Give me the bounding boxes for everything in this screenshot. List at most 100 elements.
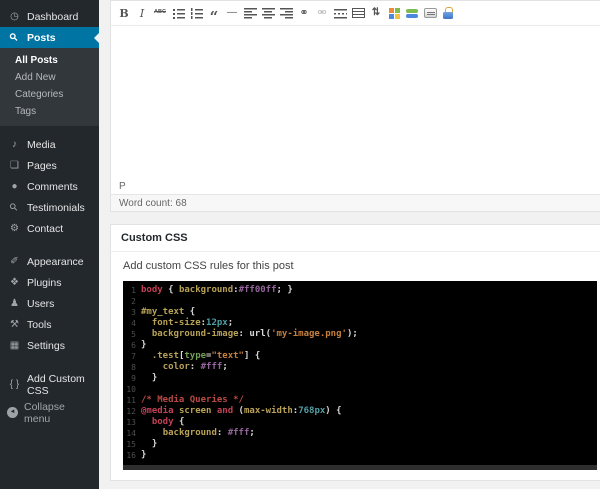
word-count-bar: Word count: 68 (111, 194, 600, 211)
italic-button[interactable]: I (133, 3, 151, 23)
sidebar-item-label: Dashboard (27, 11, 78, 23)
code-line: 8 color: #fff; (123, 362, 597, 373)
align-right-icon (280, 8, 293, 19)
bullet-list-button[interactable] (169, 3, 187, 23)
toolbar-toggle-button[interactable] (349, 3, 367, 23)
sidebar-item-label: Posts (27, 32, 56, 44)
line-number: 13 (123, 417, 141, 428)
code-line: 12@media screen and (max-width:768px) { (123, 406, 597, 417)
post-editor-panel: BIABC “ — ⚭⚮ ⇅ P Word count: 68 (110, 0, 600, 212)
settings-icon: ▦ (7, 341, 22, 351)
comments-icon: ● (7, 182, 22, 192)
strikethrough-button[interactable]: ABC (151, 3, 169, 23)
custom-css-description: Add custom CSS rules for this post (123, 260, 597, 272)
horizontal-rule-icon: — (227, 8, 237, 18)
posts-submenu: All PostsAdd NewCategoriesTags (0, 48, 99, 126)
horizontal-rule-button[interactable]: — (223, 3, 241, 23)
card-plugin-button[interactable] (421, 3, 439, 23)
line-content: background-image: url('my-image.png'); (141, 329, 358, 340)
sidebar-item-add-custom-css[interactable]: { }Add Custom CSS (0, 374, 99, 395)
bullet-list-icon (172, 8, 185, 19)
bold-icon: B (119, 8, 128, 19)
sidebar-item-tools[interactable]: ⚒Tools (0, 314, 99, 335)
sidebar-item-comments[interactable]: ● Comments (0, 176, 99, 197)
testimonials-icon: ⚲ (6, 199, 24, 217)
line-number: 11 (123, 395, 141, 406)
shortcodes-plugin-button[interactable] (403, 3, 421, 23)
unlink-button[interactable]: ⚮ (313, 3, 331, 23)
code-line: 1body { background:#ff00ff; } (123, 285, 597, 296)
sidebar-item-contact[interactable]: ⚙ Contact (0, 218, 99, 239)
line-content: body { (141, 417, 184, 428)
line-content: } (141, 340, 146, 351)
sidebar-item-label: Pages (27, 160, 57, 172)
sidebar-item-pages[interactable]: ❏Pages (0, 155, 99, 176)
sidebar-item-dashboard[interactable]: ◷Dashboard (0, 6, 99, 27)
sidebar-item-users[interactable]: ♟ Users (0, 293, 99, 314)
line-content: #my_text { (141, 307, 195, 318)
line-content: } (141, 373, 157, 384)
metabox-body: Add custom CSS rules for this post 1body… (111, 252, 600, 480)
link-button[interactable]: ⚭ (295, 3, 313, 23)
sidebar-item-testimonials[interactable]: ⚲Testimonials (0, 197, 99, 218)
element-path[interactable]: P (119, 181, 126, 192)
code-line: 4 font-size:12px; (123, 318, 597, 329)
shortcodes-plugin-icon (406, 8, 418, 19)
align-center-button[interactable] (259, 3, 277, 23)
line-number: 4 (123, 318, 141, 329)
lock-button[interactable] (439, 3, 457, 23)
sidebar-item-appearance[interactable]: ✐Appearance (0, 251, 99, 272)
more-tag-button[interactable] (331, 3, 349, 23)
bold-button[interactable]: B (115, 3, 133, 23)
code-line: 2 (123, 296, 597, 307)
contact-icon: ⚙ (7, 224, 22, 234)
posts-icon: ⚲ (6, 29, 24, 47)
line-content: color: #fff; (141, 362, 228, 373)
line-number: 1 (123, 285, 141, 296)
strikethrough-icon: ABC (154, 10, 166, 16)
editor-canvas[interactable] (111, 26, 600, 179)
line-content: font-size:12px; (141, 318, 233, 329)
line-content: body { background:#ff00ff; } (141, 285, 293, 296)
code-line: 13 body { (123, 417, 597, 428)
sidebar-item-media[interactable]: ♪ Media (0, 134, 99, 155)
align-left-button[interactable] (241, 3, 259, 23)
line-number: 9 (123, 373, 141, 384)
colorful-plugin-button[interactable] (385, 3, 403, 23)
active-menu-arrow (94, 33, 99, 43)
users-icon: ♟ (7, 299, 22, 309)
metabox-title[interactable]: Custom CSS (111, 225, 600, 252)
sidebar-item-plugins[interactable]: ❖Plugins (0, 272, 99, 293)
toolbar-toggle-icon (352, 8, 365, 18)
word-count-value: 68 (176, 198, 187, 209)
sidebar-item-label: Appearance (27, 256, 84, 268)
media-icon: ♪ (7, 140, 22, 150)
line-content: .test[type="text"] { (141, 351, 260, 362)
align-left-icon (244, 8, 257, 19)
sidebar-item-settings[interactable]: ▦Settings (0, 335, 99, 356)
code-horizontal-scrollbar[interactable] (123, 465, 597, 470)
line-number: 10 (123, 384, 141, 395)
blockquote-button[interactable]: “ (205, 3, 223, 23)
sidebar-item-label: Comments (27, 181, 78, 193)
submenu-item-all-posts[interactable]: All Posts (0, 52, 99, 69)
submenu-item-add-new[interactable]: Add New (0, 69, 99, 86)
align-right-button[interactable] (277, 3, 295, 23)
numbered-list-button[interactable] (187, 3, 205, 23)
code-line: 6} (123, 340, 597, 351)
line-content: @media screen and (max-width:768px) { (141, 406, 342, 417)
custom-css-code-editor[interactable]: 1body { background:#ff00ff; }23#my_text … (123, 281, 597, 470)
code-line: 7 .test[type="text"] { (123, 351, 597, 362)
sidebar-item-label: Users (27, 298, 54, 310)
card-plugin-icon (424, 8, 437, 18)
submenu-item-tags[interactable]: Tags (0, 103, 99, 120)
sidebar-item-posts[interactable]: ⚲Posts (0, 27, 99, 48)
line-number: 2 (123, 296, 141, 307)
code-line: 9 } (123, 373, 597, 384)
fullscreen-button[interactable]: ⇅ (367, 3, 385, 23)
colorful-plugin-icon (389, 8, 400, 19)
sidebar-item-label: Media (27, 139, 56, 151)
submenu-item-categories[interactable]: Categories (0, 86, 99, 103)
sidebar-item-label: Contact (27, 223, 63, 235)
collapse-menu-button[interactable]: ◄Collapse menu (0, 402, 99, 423)
